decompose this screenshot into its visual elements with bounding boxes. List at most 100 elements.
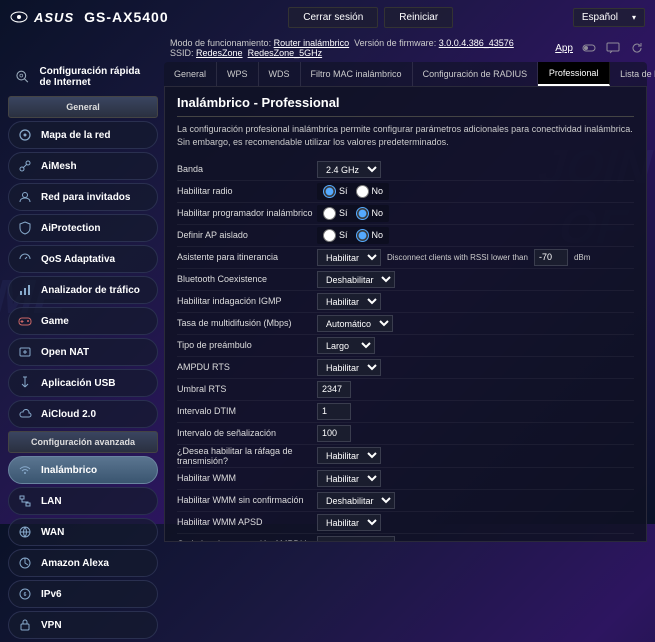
- app-link[interactable]: App: [555, 43, 573, 54]
- sched-no[interactable]: [356, 207, 369, 220]
- sidebar-item-label: Mapa de la red: [41, 130, 110, 141]
- rts-label: Umbral RTS: [177, 384, 317, 394]
- isolated-yes[interactable]: [323, 229, 336, 242]
- refresh-icon[interactable]: [629, 40, 645, 56]
- tab-filtro-mac-inalámbrico[interactable]: Filtro MAC inalámbrico: [301, 62, 413, 86]
- wmm-label: Habilitar WMM: [177, 473, 317, 483]
- model-text: GS-AX5400: [84, 9, 168, 25]
- traffic-icon: [17, 282, 33, 298]
- wmmapsd-label: Habilitar WMM APSD: [177, 517, 317, 527]
- tab-professional[interactable]: Professional: [538, 62, 610, 86]
- sidebar-item-open-nat[interactable]: Open NAT: [8, 338, 158, 366]
- ampdurts-label: AMPDU RTS: [177, 362, 317, 372]
- wifi-icon: [17, 462, 33, 478]
- ipv6-icon: 6: [17, 586, 33, 602]
- tab-general[interactable]: General: [164, 62, 217, 86]
- sidebar-item-aiprotection[interactable]: AiProtection: [8, 214, 158, 242]
- mode-link[interactable]: Router inalámbrico: [274, 38, 350, 48]
- ssid-label: SSID:: [170, 48, 194, 58]
- sidebar-item-red-para-invitados[interactable]: Red para invitados: [8, 183, 158, 211]
- top-bar: ASUS GS-AX5400 Cerrar sesión Reiniciar E…: [0, 0, 655, 34]
- language-selector[interactable]: Español: [573, 8, 645, 27]
- sidebar-item-analizador-de-tráfico[interactable]: Analizador de tráfico: [8, 276, 158, 304]
- tab-wps[interactable]: WPS: [217, 62, 259, 86]
- ampdurts-select[interactable]: Habilitar: [317, 359, 381, 376]
- fw-link[interactable]: 3.0.0.4.386_43576: [439, 38, 514, 48]
- panel-title: Inalámbrico - Professional: [177, 95, 634, 117]
- content-area: GeneralWPSWDSFiltro MAC inalámbricoConfi…: [164, 62, 647, 642]
- wmmnoack-label: Habilitar WMM sin confirmación: [177, 495, 317, 505]
- sidebar-item-aicloud-2.0[interactable]: AiCloud 2.0: [8, 400, 158, 428]
- wmmnoack-select[interactable]: Deshabilitar: [317, 492, 395, 509]
- cloud-icon: [17, 406, 33, 422]
- rts-input[interactable]: [317, 381, 351, 398]
- sidebar-item-label: Open NAT: [41, 347, 89, 358]
- beacon-label: Intervalo de señalización: [177, 428, 317, 438]
- sidebar-item-label: QoS Adaptativa: [41, 254, 115, 265]
- tab-wds[interactable]: WDS: [259, 62, 301, 86]
- roaming-hint: Disconnect clients with RSSI lower than: [387, 253, 528, 262]
- tabs: GeneralWPSWDSFiltro MAC inalámbricoConfi…: [164, 62, 647, 86]
- sidebar-item-inalámbrico[interactable]: Inalámbrico: [8, 456, 158, 484]
- roaming-select[interactable]: Habilitar: [317, 249, 381, 266]
- sidebar-item-aimesh[interactable]: AiMesh: [8, 152, 158, 180]
- sidebar-item-wan[interactable]: WAN: [8, 518, 158, 546]
- btcoex-select[interactable]: Deshabilitar: [317, 271, 395, 288]
- enable-radio-yes[interactable]: [323, 185, 336, 198]
- beacon-input[interactable]: [317, 425, 351, 442]
- sidebar-item-amazon-alexa[interactable]: Amazon Alexa: [8, 549, 158, 577]
- sidebar-item-mapa-de-la-red[interactable]: Mapa de la red: [8, 121, 158, 149]
- sidebar-item-game[interactable]: Game: [8, 307, 158, 335]
- panel-desc: La configuración profesional inalámbrica…: [177, 123, 634, 148]
- sidebar-item-label: Inalámbrico: [41, 465, 97, 476]
- txburst-label: ¿Desea habilitar la ráfaga de transmisió…: [177, 446, 317, 466]
- isolated-no[interactable]: [356, 229, 369, 242]
- asus-eye-icon: [10, 10, 28, 24]
- sidebar-item-lan[interactable]: LAN: [8, 487, 158, 515]
- reboot-button[interactable]: Reiniciar: [384, 7, 453, 28]
- sidebar-header-general: General: [8, 96, 158, 118]
- wmm-select[interactable]: Habilitar: [317, 470, 381, 487]
- sidebar-item-vpn[interactable]: VPN: [8, 611, 158, 639]
- alexa-icon: [17, 555, 33, 571]
- mcast-select[interactable]: Automático: [317, 315, 393, 332]
- sched-group: SíNo: [317, 205, 389, 222]
- ampduopt-select[interactable]: Deshabilitar: [317, 536, 395, 543]
- isolated-group: SíNo: [317, 227, 389, 244]
- enable-radio-no[interactable]: [356, 185, 369, 198]
- sidebar-header-advanced: Configuración avanzada: [8, 431, 158, 453]
- ssid2-link[interactable]: RedesZone_5GHz: [248, 48, 323, 58]
- sidebar-item-ipv6[interactable]: 6IPv6: [8, 580, 158, 608]
- band-label: Banda: [177, 164, 317, 174]
- band-select[interactable]: 2.4 GHz: [317, 161, 381, 178]
- txburst-select[interactable]: Habilitar: [317, 447, 381, 464]
- sidebar-item-label: Analizador de tráfico: [41, 285, 140, 296]
- sidebar-item-label: AiProtection: [41, 223, 100, 234]
- preamble-select[interactable]: Largo: [317, 337, 375, 354]
- sidebar-item-aplicación-usb[interactable]: Aplicación USB: [8, 369, 158, 397]
- dtim-input[interactable]: [317, 403, 351, 420]
- igmp-select[interactable]: Habilitar: [317, 293, 381, 310]
- wmmapsd-select[interactable]: Habilitar: [317, 514, 381, 531]
- roaming-label: Asistente para itinerancia: [177, 252, 317, 262]
- brand-logo: ASUS GS-AX5400: [10, 9, 169, 25]
- sched-yes[interactable]: [323, 207, 336, 220]
- ssid1-link[interactable]: RedesZone: [196, 48, 243, 58]
- toggle-icon[interactable]: [581, 40, 597, 56]
- sidebar-item-label: LAN: [41, 496, 62, 507]
- tab-lista-de-bloqueo-de-itinerancia[interactable]: Lista de bloqueo de itinerancia: [610, 62, 655, 86]
- quick-setup-button[interactable]: Configuración rápida de Internet: [8, 62, 158, 92]
- tab-configuración-de-radius[interactable]: Configuración de RADIUS: [413, 62, 539, 86]
- enable-radio-group: SíNo: [317, 183, 389, 200]
- feedback-icon[interactable]: [605, 40, 621, 56]
- sidebar-item-label: Game: [41, 316, 69, 327]
- btcoex-label: Bluetooth Coexistence: [177, 274, 317, 284]
- vpn-icon: [17, 617, 33, 633]
- logout-button[interactable]: Cerrar sesión: [288, 7, 378, 28]
- mcast-label: Tasa de multidifusión (Mbps): [177, 318, 317, 328]
- sidebar-item-qos-adaptativa[interactable]: QoS Adaptativa: [8, 245, 158, 273]
- settings-panel: Inalámbrico - Professional La configurac…: [164, 86, 647, 542]
- roaming-unit: dBm: [574, 253, 590, 262]
- sidebar-item-label: AiCloud 2.0: [41, 409, 96, 420]
- roaming-rssi-input[interactable]: [534, 249, 568, 266]
